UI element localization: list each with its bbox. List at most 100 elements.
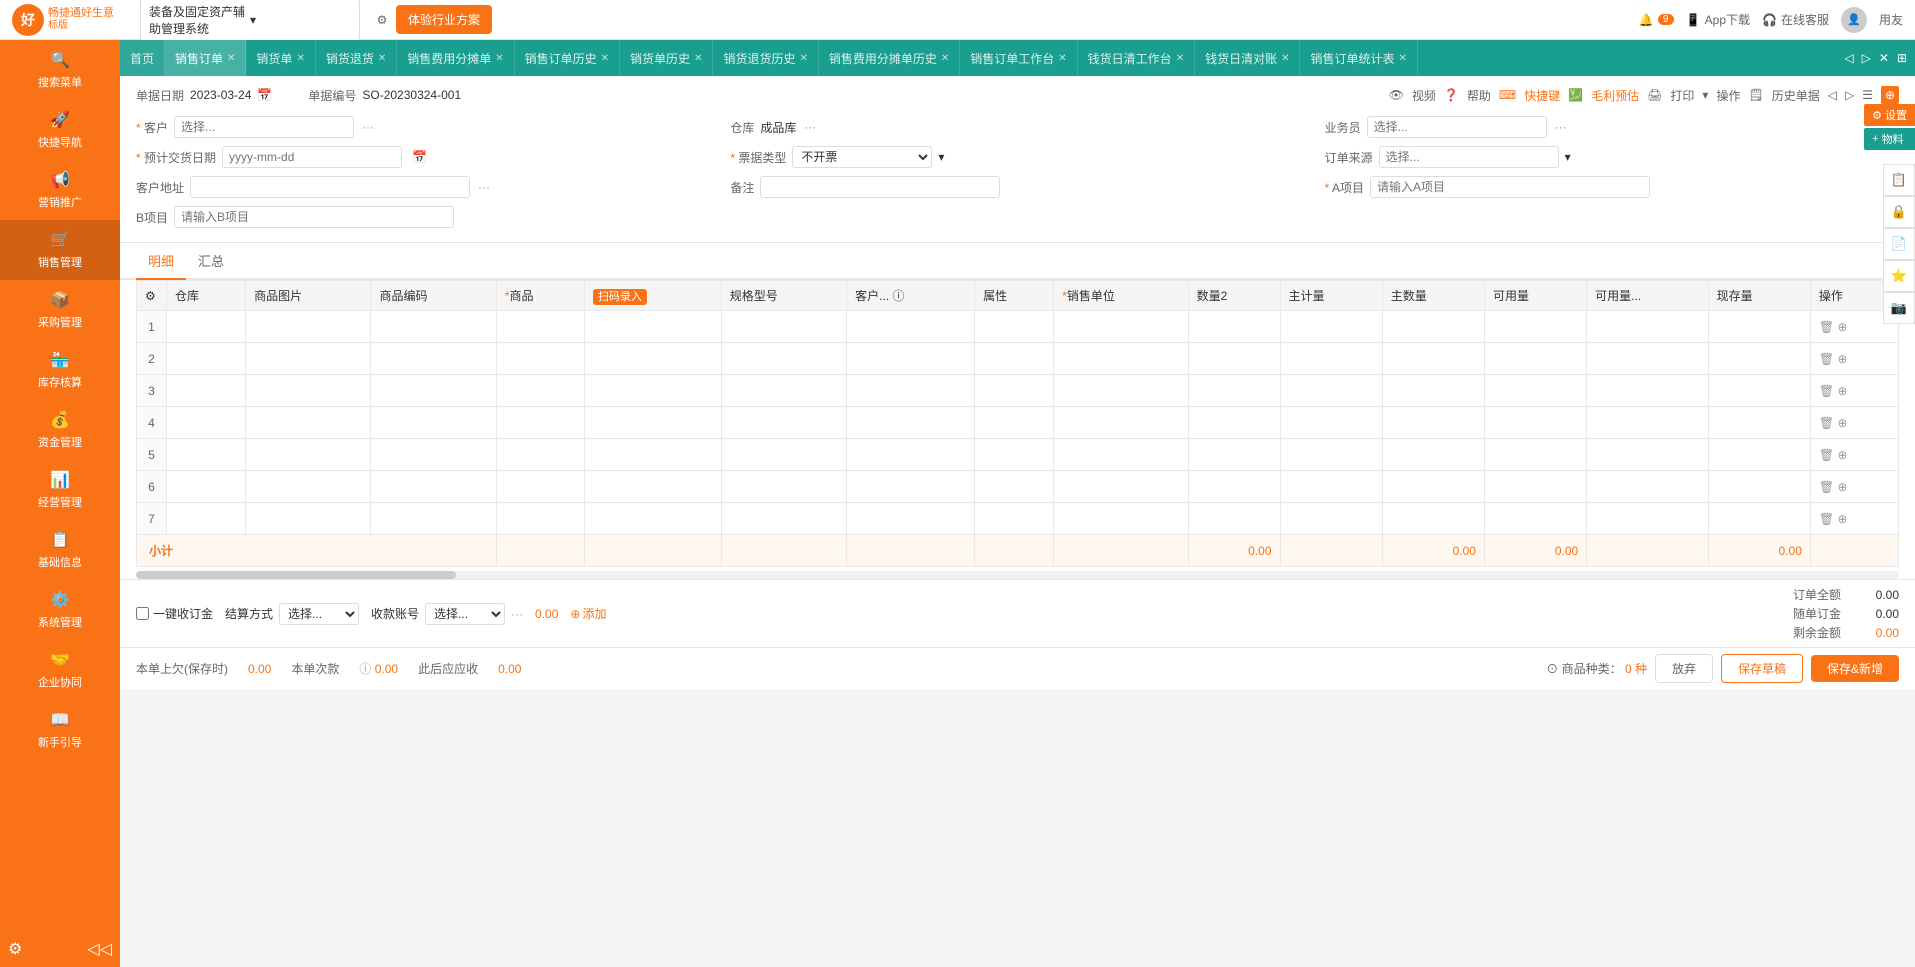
td-code-2[interactable] bbox=[371, 343, 496, 375]
sidebar-settings-icon[interactable]: ⚙ bbox=[8, 939, 22, 959]
tab-sales-stats[interactable]: 销售订单统计表 ✕ bbox=[1300, 40, 1417, 76]
sidebar-item-marketing[interactable]: 📢 营销推广 bbox=[0, 160, 120, 220]
td-main-qty-1[interactable] bbox=[1382, 311, 1484, 343]
calendar2-icon[interactable]: 📅 bbox=[412, 150, 427, 164]
td-warehouse-5[interactable] bbox=[167, 439, 246, 471]
settings-gear-button[interactable]: ⚙ bbox=[368, 6, 396, 34]
td-warehouse-4[interactable] bbox=[167, 407, 246, 439]
tab-cash-reconcile[interactable]: 钱货日清对账 ✕ bbox=[1195, 40, 1300, 76]
right-icon-4[interactable]: ⭐ bbox=[1883, 260, 1915, 292]
tab-sales-order-history[interactable]: 销售订单历史 ✕ bbox=[515, 40, 620, 76]
operate-btn[interactable]: 操作 bbox=[1716, 87, 1740, 104]
td-unit-6[interactable] bbox=[1054, 471, 1188, 503]
td-scan-5[interactable] bbox=[584, 439, 721, 471]
delete-icon-7[interactable]: 🗑 bbox=[1819, 512, 1834, 526]
sidebar-item-sales[interactable]: 🛒 销售管理 bbox=[0, 220, 120, 280]
td-warehouse-7[interactable] bbox=[167, 503, 246, 535]
td-qty2-1[interactable] bbox=[1188, 311, 1280, 343]
td-qty2-7[interactable] bbox=[1188, 503, 1280, 535]
online-service-button[interactable]: 🎧 在线客服 bbox=[1762, 11, 1829, 28]
delete-icon-4[interactable]: 🗑 bbox=[1819, 416, 1834, 430]
td-main-qty-4[interactable] bbox=[1382, 407, 1484, 439]
td-customer-5[interactable] bbox=[847, 439, 975, 471]
td-main-qty-5[interactable] bbox=[1382, 439, 1484, 471]
tab-close-icon[interactable]: ✕ bbox=[1176, 53, 1184, 64]
scrollbar-thumb[interactable] bbox=[136, 571, 456, 579]
save-draft-button[interactable]: 保存草稿 bbox=[1721, 654, 1803, 683]
tab-close-icon[interactable]: ✕ bbox=[1399, 53, 1407, 64]
settings-button[interactable]: ⚙ 设置 bbox=[1864, 104, 1915, 126]
staff-input[interactable] bbox=[1367, 116, 1547, 138]
td-customer-7[interactable] bbox=[847, 503, 975, 535]
td-goods-7[interactable] bbox=[496, 503, 584, 535]
tab-close-icon[interactable]: ✕ bbox=[495, 53, 503, 64]
tab-close-icon[interactable]: ✕ bbox=[227, 53, 235, 64]
td-attr-5[interactable] bbox=[975, 439, 1054, 471]
delete-icon-1[interactable]: 🗑 bbox=[1819, 320, 1834, 334]
td-customer-4[interactable] bbox=[847, 407, 975, 439]
tab-sales-expense[interactable]: 销售费用分摊单 ✕ bbox=[397, 40, 514, 76]
td-attr-1[interactable] bbox=[975, 311, 1054, 343]
td-unit-5[interactable] bbox=[1054, 439, 1188, 471]
td-spec-5[interactable] bbox=[721, 439, 846, 471]
td-customer-6[interactable] bbox=[847, 471, 975, 503]
td-scan-1[interactable] bbox=[584, 311, 721, 343]
tab-home[interactable]: 首页 bbox=[120, 40, 165, 76]
right-icon-5[interactable]: 📷 bbox=[1883, 292, 1915, 324]
pay-method-select[interactable]: 选择... bbox=[279, 603, 359, 625]
tab-sales-return-history[interactable]: 销货退货历史 ✕ bbox=[713, 40, 818, 76]
tab-close-icon[interactable]: ✕ bbox=[941, 53, 949, 64]
td-code-7[interactable] bbox=[371, 503, 496, 535]
profit-btn[interactable]: 毛利预估 bbox=[1591, 87, 1639, 104]
one-key-checkbox[interactable] bbox=[136, 607, 149, 620]
detail-tab-summary[interactable]: 汇总 bbox=[186, 243, 236, 280]
td-unit-7[interactable] bbox=[1054, 503, 1188, 535]
tab-expense-history[interactable]: 销售费用分摊单历史 ✕ bbox=[819, 40, 960, 76]
td-attr-3[interactable] bbox=[975, 375, 1054, 407]
right-icon-3[interactable]: 📄 bbox=[1883, 228, 1915, 260]
td-goods-3[interactable] bbox=[496, 375, 584, 407]
td-unit-3[interactable] bbox=[1054, 375, 1188, 407]
copy-icon-3[interactable]: ⊕ bbox=[1837, 384, 1847, 398]
copy-icon-7[interactable]: ⊕ bbox=[1837, 512, 1847, 526]
tab-close-icon[interactable]: ✕ bbox=[1281, 53, 1289, 64]
system-selector[interactable]: 装备及固定资产辅助管理系统 ▾ bbox=[140, 0, 360, 42]
td-main-qty-3[interactable] bbox=[1382, 375, 1484, 407]
copy-icon-2[interactable]: ⊕ bbox=[1837, 352, 1847, 366]
invoice-select[interactable]: 不开票 增值税普通发票 增值税专用发票 bbox=[792, 146, 932, 168]
warehouse-more-icon[interactable]: ··· bbox=[804, 120, 816, 134]
add-item-button[interactable]: + 物料 bbox=[1864, 128, 1915, 150]
sidebar-item-enterprise[interactable]: 🤝 企业协同 bbox=[0, 640, 120, 700]
td-goods-6[interactable] bbox=[496, 471, 584, 503]
tab-more-icon[interactable]: ✕ bbox=[1875, 49, 1893, 67]
tab-sales-slip[interactable]: 销货单 ✕ bbox=[246, 40, 315, 76]
delete-icon-2[interactable]: 🗑 bbox=[1819, 352, 1834, 366]
history-btn[interactable]: 历史单据 bbox=[1772, 87, 1820, 104]
td-scan-4[interactable] bbox=[584, 407, 721, 439]
sidebar-item-quicknav[interactable]: 🚀 快捷导航 bbox=[0, 100, 120, 160]
td-spec-4[interactable] bbox=[721, 407, 846, 439]
tab-close-icon[interactable]: ✕ bbox=[296, 53, 304, 64]
tab-sales-slip-history[interactable]: 销货单历史 ✕ bbox=[620, 40, 713, 76]
td-goods-2[interactable] bbox=[496, 343, 584, 375]
td-qty2-3[interactable] bbox=[1188, 375, 1280, 407]
tab-close-icon[interactable]: ✕ bbox=[799, 53, 807, 64]
td-unit-2[interactable] bbox=[1054, 343, 1188, 375]
td-warehouse-1[interactable] bbox=[167, 311, 246, 343]
td-spec-7[interactable] bbox=[721, 503, 846, 535]
td-scan-2[interactable] bbox=[584, 343, 721, 375]
sidebar-item-basic-info[interactable]: 📋 基础信息 bbox=[0, 520, 120, 580]
delete-icon-5[interactable]: 🗑 bbox=[1819, 448, 1834, 462]
nav-right-icon[interactable]: ▷ bbox=[1845, 88, 1854, 102]
th-gear[interactable]: ⚙ bbox=[137, 281, 167, 311]
td-spec-6[interactable] bbox=[721, 471, 846, 503]
sidebar-item-system[interactable]: ⚙️ 系统管理 bbox=[0, 580, 120, 640]
td-main-qty-2[interactable] bbox=[1382, 343, 1484, 375]
tab-prev-arrow[interactable]: ◁ bbox=[1840, 49, 1857, 67]
copy-icon-5[interactable]: ⊕ bbox=[1837, 448, 1847, 462]
td-qty2-4[interactable] bbox=[1188, 407, 1280, 439]
td-warehouse-3[interactable] bbox=[167, 375, 246, 407]
td-customer-3[interactable] bbox=[847, 375, 975, 407]
delivery-input[interactable] bbox=[222, 146, 402, 168]
copy-icon-6[interactable]: ⊕ bbox=[1837, 480, 1847, 494]
